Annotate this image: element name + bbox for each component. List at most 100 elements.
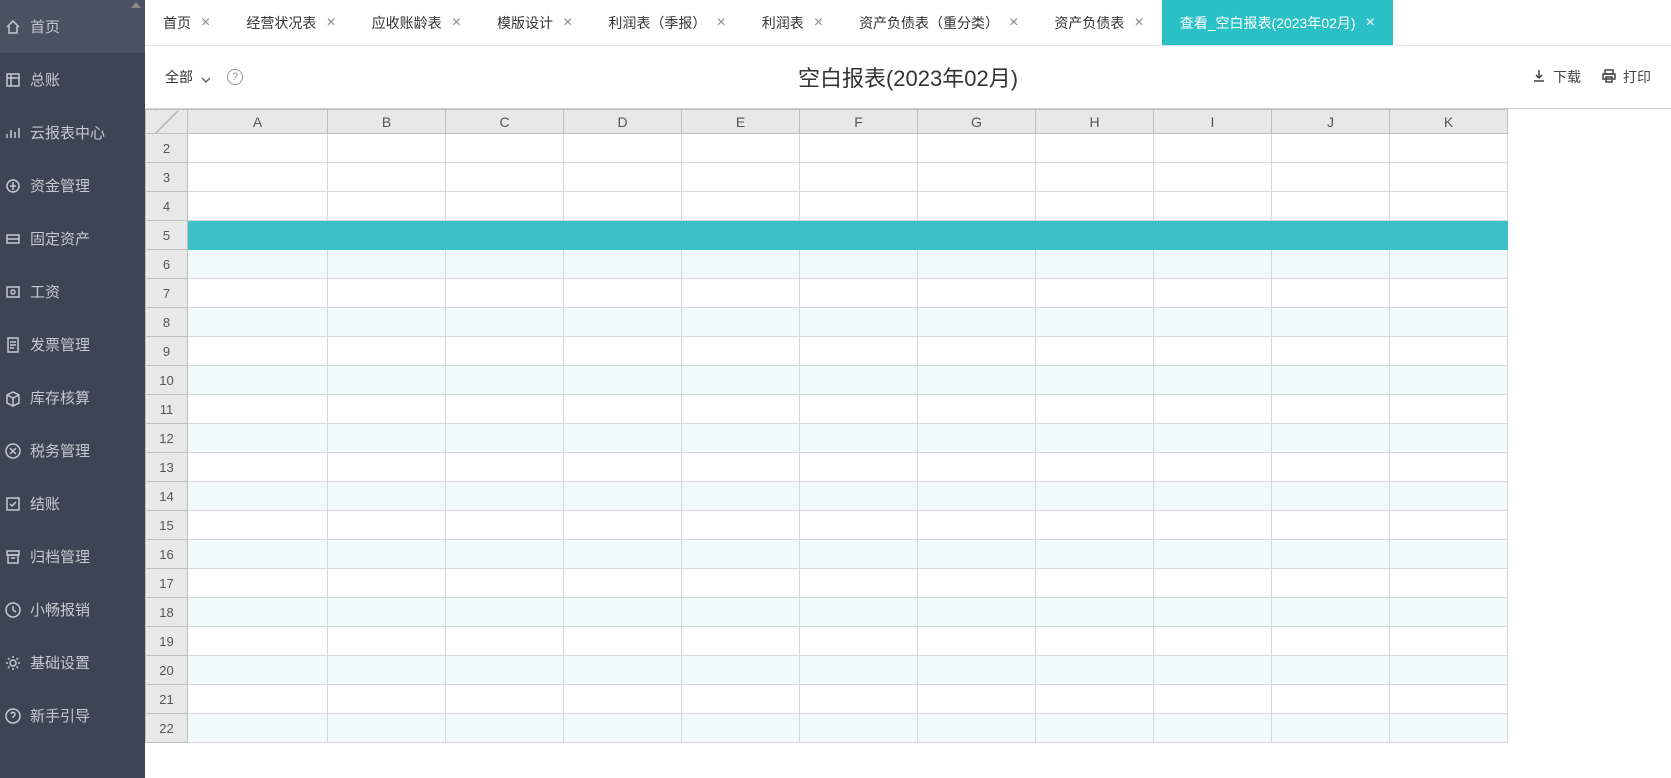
cell[interactable] bbox=[564, 279, 682, 308]
cell[interactable] bbox=[446, 250, 564, 279]
cell[interactable] bbox=[1154, 366, 1272, 395]
col-header[interactable]: A bbox=[188, 110, 328, 134]
cell[interactable] bbox=[1036, 598, 1154, 627]
cell[interactable] bbox=[1154, 511, 1272, 540]
cell[interactable] bbox=[800, 540, 918, 569]
cell[interactable] bbox=[1390, 308, 1508, 337]
row-header[interactable]: 18 bbox=[146, 598, 188, 627]
sidebar-scroll-up[interactable] bbox=[131, 2, 141, 8]
cell[interactable] bbox=[1272, 598, 1390, 627]
cell[interactable] bbox=[682, 308, 800, 337]
cell[interactable] bbox=[1390, 540, 1508, 569]
row-header[interactable]: 13 bbox=[146, 453, 188, 482]
cell[interactable] bbox=[800, 308, 918, 337]
sidebar-item-close[interactable]: 结账 bbox=[0, 477, 145, 530]
cell[interactable] bbox=[918, 366, 1036, 395]
col-header[interactable]: J bbox=[1272, 110, 1390, 134]
tab[interactable]: 资产负债表（重分类）× bbox=[841, 0, 1036, 45]
tab[interactable]: 利润表（季报）× bbox=[590, 0, 743, 45]
row-header[interactable]: 3 bbox=[146, 163, 188, 192]
cell[interactable] bbox=[800, 337, 918, 366]
cell[interactable] bbox=[1272, 250, 1390, 279]
cell[interactable] bbox=[1154, 627, 1272, 656]
tab[interactable]: 查看_空白报表(2023年02月)× bbox=[1162, 0, 1393, 45]
cell[interactable] bbox=[682, 656, 800, 685]
cell[interactable] bbox=[1154, 482, 1272, 511]
cell[interactable] bbox=[1036, 163, 1154, 192]
cell[interactable] bbox=[682, 714, 800, 743]
cell[interactable] bbox=[188, 279, 328, 308]
col-header[interactable]: F bbox=[800, 110, 918, 134]
cell[interactable] bbox=[188, 685, 328, 714]
cell[interactable] bbox=[446, 714, 564, 743]
sidebar-item-expense[interactable]: 小畅报销 bbox=[0, 583, 145, 636]
cell[interactable] bbox=[1390, 627, 1508, 656]
cell[interactable] bbox=[446, 656, 564, 685]
cell[interactable] bbox=[1390, 337, 1508, 366]
cell[interactable] bbox=[800, 250, 918, 279]
cell[interactable] bbox=[564, 163, 682, 192]
cell[interactable] bbox=[1154, 656, 1272, 685]
cell[interactable] bbox=[1036, 308, 1154, 337]
cell[interactable] bbox=[1036, 134, 1154, 163]
cell[interactable] bbox=[446, 337, 564, 366]
tab[interactable]: 模版设计× bbox=[479, 0, 590, 45]
cell[interactable] bbox=[918, 424, 1036, 453]
cell[interactable] bbox=[328, 424, 446, 453]
select-all-corner[interactable] bbox=[146, 110, 188, 134]
cell[interactable] bbox=[1154, 308, 1272, 337]
cell[interactable] bbox=[800, 366, 918, 395]
row-header[interactable]: 19 bbox=[146, 627, 188, 656]
col-header[interactable]: K bbox=[1390, 110, 1508, 134]
cell[interactable] bbox=[1390, 250, 1508, 279]
row-header[interactable]: 15 bbox=[146, 511, 188, 540]
cell[interactable] bbox=[918, 482, 1036, 511]
cell[interactable] bbox=[1036, 221, 1154, 250]
cell[interactable] bbox=[918, 250, 1036, 279]
row-header[interactable]: 2 bbox=[146, 134, 188, 163]
row-header[interactable]: 5 bbox=[146, 221, 188, 250]
close-icon[interactable]: × bbox=[563, 15, 572, 31]
cell[interactable] bbox=[1390, 163, 1508, 192]
cell[interactable] bbox=[1272, 685, 1390, 714]
cell[interactable] bbox=[1390, 453, 1508, 482]
col-header[interactable]: I bbox=[1154, 110, 1272, 134]
cell[interactable] bbox=[1036, 511, 1154, 540]
cell[interactable] bbox=[918, 395, 1036, 424]
cell[interactable] bbox=[1154, 250, 1272, 279]
cell[interactable] bbox=[800, 714, 918, 743]
cell[interactable] bbox=[682, 598, 800, 627]
cell[interactable] bbox=[1390, 511, 1508, 540]
cell[interactable] bbox=[188, 569, 328, 598]
cell[interactable] bbox=[1036, 482, 1154, 511]
cell[interactable] bbox=[1390, 656, 1508, 685]
cell[interactable] bbox=[1390, 192, 1508, 221]
cell[interactable] bbox=[564, 308, 682, 337]
cell[interactable] bbox=[800, 424, 918, 453]
row-header[interactable]: 4 bbox=[146, 192, 188, 221]
cell[interactable] bbox=[1390, 395, 1508, 424]
sidebar-item-guide[interactable]: 新手引导 bbox=[0, 689, 145, 742]
cell[interactable] bbox=[1036, 656, 1154, 685]
cell[interactable] bbox=[1154, 221, 1272, 250]
cell[interactable] bbox=[446, 685, 564, 714]
cell[interactable] bbox=[1390, 366, 1508, 395]
close-icon[interactable]: × bbox=[452, 15, 461, 31]
cell[interactable] bbox=[328, 453, 446, 482]
print-button[interactable]: 打印 bbox=[1601, 67, 1651, 87]
cell[interactable] bbox=[564, 685, 682, 714]
cell[interactable] bbox=[918, 598, 1036, 627]
cell[interactable] bbox=[328, 714, 446, 743]
cell[interactable] bbox=[1272, 453, 1390, 482]
cell[interactable] bbox=[188, 656, 328, 685]
cell[interactable] bbox=[446, 221, 564, 250]
row-header[interactable]: 10 bbox=[146, 366, 188, 395]
row-header[interactable]: 22 bbox=[146, 714, 188, 743]
tab[interactable]: 经营状况表× bbox=[228, 0, 353, 45]
cell[interactable] bbox=[682, 192, 800, 221]
cell[interactable] bbox=[682, 279, 800, 308]
cell[interactable] bbox=[918, 221, 1036, 250]
cell[interactable] bbox=[1390, 482, 1508, 511]
cell[interactable] bbox=[800, 656, 918, 685]
download-button[interactable]: 下载 bbox=[1531, 67, 1581, 87]
